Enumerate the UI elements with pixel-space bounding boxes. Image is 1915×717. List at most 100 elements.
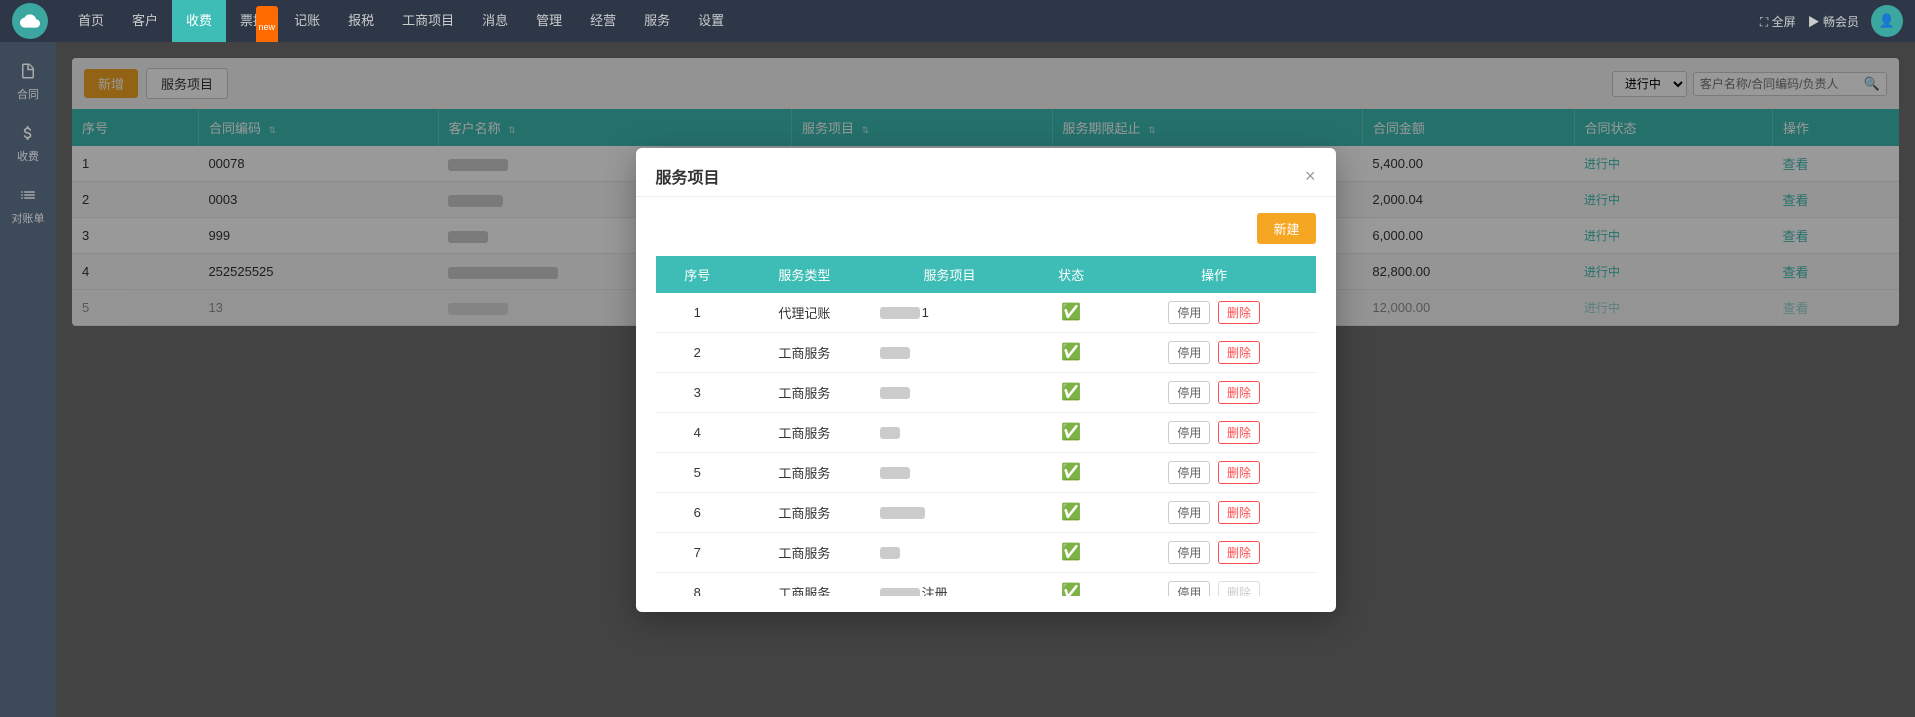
- fee-icon: [17, 122, 39, 144]
- sidebar-contract-label: 合同: [17, 86, 39, 102]
- modal-header: 服务项目 ×: [636, 148, 1336, 197]
- stop-service-button[interactable]: 停用: [1168, 581, 1210, 596]
- fullscreen-btn[interactable]: ⛶ 全屏: [1760, 13, 1796, 30]
- modal-cell-action: 停用 删除: [1113, 412, 1316, 452]
- sidebar-reconcile-label: 对账单: [12, 210, 45, 226]
- status-active-icon: ✅: [1061, 304, 1081, 321]
- modal-col-seq: 序号: [656, 256, 739, 293]
- delete-service-button[interactable]: 删除: [1218, 461, 1260, 484]
- modal-cell-item: [870, 492, 1030, 532]
- list-item: 2 工商服务 ✅ 停用 删除: [656, 332, 1316, 372]
- nav-item-客户[interactable]: 客户: [118, 0, 172, 42]
- sidebar-item-reconcile[interactable]: 对账单: [0, 176, 56, 234]
- modal-service-table: 序号 服务类型 服务项目 状态 操作 1 代理记账 1 ✅: [656, 256, 1316, 596]
- nav-item-记账[interactable]: 记账: [280, 0, 334, 42]
- modal-tbody: 1 代理记账 1 ✅ 停用 删除 2 工商服务 ✅ 停用 删除 3 工商服务 ✅…: [656, 293, 1316, 596]
- delete-service-button[interactable]: 删除: [1218, 541, 1260, 564]
- nav-item-票据[interactable]: 票据new: [226, 0, 280, 42]
- modal-cell-action: 停用 删除: [1113, 452, 1316, 492]
- modal-cell-seq: 5: [656, 452, 739, 492]
- modal-overlay[interactable]: 服务项目 × 新建 序号 服务类型 服务项目: [56, 42, 1915, 717]
- user-avatar[interactable]: 👤: [1871, 5, 1903, 37]
- modal-table-header: 序号 服务类型 服务项目 状态 操作: [656, 256, 1316, 293]
- list-item: 5 工商服务 ✅ 停用 删除: [656, 452, 1316, 492]
- modal-title: 服务项目: [656, 164, 720, 188]
- modal-cell-type: 工商服务: [739, 372, 870, 412]
- sidebar-item-contract[interactable]: 合同: [0, 52, 56, 110]
- status-active-icon: ✅: [1061, 464, 1081, 481]
- modal-col-type: 服务类型: [739, 256, 870, 293]
- modal-cell-seq: 4: [656, 412, 739, 452]
- list-item: 8 工商服务 注册 ✅ 停用 删除: [656, 572, 1316, 596]
- sidebar-item-fee[interactable]: 收费: [0, 114, 56, 172]
- nav-items: 首页客户收费票据new记账报税工商项目消息管理经营服务设置: [64, 0, 738, 42]
- modal-cell-status: ✅: [1029, 532, 1112, 572]
- nav-item-收费[interactable]: 收费: [172, 0, 226, 42]
- layout: 合同 收费 对账单 新增 服务项目: [0, 42, 1915, 717]
- delete-service-button[interactable]: 删除: [1218, 501, 1260, 524]
- delete-service-button[interactable]: 删除: [1218, 301, 1260, 324]
- contract-icon: [17, 60, 39, 82]
- modal-cell-action: 停用 删除: [1113, 332, 1316, 372]
- stop-service-button[interactable]: 停用: [1168, 381, 1210, 404]
- status-active-icon: ✅: [1061, 424, 1081, 441]
- delete-service-button[interactable]: 删除: [1218, 421, 1260, 444]
- modal-scroll-area[interactable]: 序号 服务类型 服务项目 状态 操作 1 代理记账 1 ✅: [656, 256, 1316, 596]
- list-item: 4 工商服务 ✅ 停用 删除: [656, 412, 1316, 452]
- sidebar-fee-label: 收费: [17, 148, 39, 164]
- delete-service-button[interactable]: 删除: [1218, 341, 1260, 364]
- modal-cell-item: 1: [870, 293, 1030, 333]
- stop-service-button[interactable]: 停用: [1168, 421, 1210, 444]
- nav-item-工商项目[interactable]: 工商项目: [388, 0, 468, 42]
- modal-cell-type: 工商服务: [739, 532, 870, 572]
- stop-service-button[interactable]: 停用: [1168, 461, 1210, 484]
- nav-item-消息[interactable]: 消息: [468, 0, 522, 42]
- stop-service-button[interactable]: 停用: [1168, 501, 1210, 524]
- stop-service-button[interactable]: 停用: [1168, 341, 1210, 364]
- nav-item-经营[interactable]: 经营: [576, 0, 630, 42]
- delete-service-button[interactable]: 删除: [1218, 381, 1260, 404]
- modal-cell-status: ✅: [1029, 332, 1112, 372]
- modal-cell-action: 停用 删除: [1113, 532, 1316, 572]
- modal-cell-item: [870, 372, 1030, 412]
- list-item: 1 代理记账 1 ✅ 停用 删除: [656, 293, 1316, 333]
- new-service-button[interactable]: 新建: [1257, 213, 1315, 244]
- modal-cell-status: ✅: [1029, 452, 1112, 492]
- status-active-icon: ✅: [1061, 344, 1081, 361]
- modal-cell-action: 停用 删除: [1113, 572, 1316, 596]
- modal-toolbar: 新建: [656, 213, 1316, 244]
- modal-cell-seq: 7: [656, 532, 739, 572]
- nav-item-服务[interactable]: 服务: [630, 0, 684, 42]
- modal-cell-seq: 2: [656, 332, 739, 372]
- modal-cell-status: ✅: [1029, 572, 1112, 596]
- status-active-icon: ✅: [1061, 584, 1081, 596]
- nav-item-管理[interactable]: 管理: [522, 0, 576, 42]
- modal-cell-type: 工商服务: [739, 452, 870, 492]
- list-item: 3 工商服务 ✅ 停用 删除: [656, 372, 1316, 412]
- modal-body: 新建 序号 服务类型 服务项目 状态 操作: [636, 197, 1336, 612]
- status-active-icon: ✅: [1061, 544, 1081, 561]
- modal-close-button[interactable]: ×: [1305, 167, 1316, 185]
- modal-cell-type: 工商服务: [739, 412, 870, 452]
- modal-cell-action: 停用 删除: [1113, 293, 1316, 333]
- modal-col-action: 操作: [1113, 256, 1316, 293]
- nav-item-报税[interactable]: 报税: [334, 0, 388, 42]
- modal-cell-item: 注册: [870, 572, 1030, 596]
- nav-item-首页[interactable]: 首页: [64, 0, 118, 42]
- modal-cell-status: ✅: [1029, 372, 1112, 412]
- member-btn[interactable]: ▶ 畅会员: [1808, 13, 1859, 30]
- reconcile-icon: [17, 184, 39, 206]
- list-item: 7 工商服务 ✅ 停用 删除: [656, 532, 1316, 572]
- stop-service-button[interactable]: 停用: [1168, 541, 1210, 564]
- modal-cell-type: 工商服务: [739, 332, 870, 372]
- right-actions: ⛶ 全屏 ▶ 畅会员 👤: [1760, 5, 1903, 37]
- modal-cell-item: [870, 412, 1030, 452]
- modal-cell-item: [870, 532, 1030, 572]
- stop-service-button[interactable]: 停用: [1168, 301, 1210, 324]
- nav-item-设置[interactable]: 设置: [684, 0, 738, 42]
- modal-cell-action: 停用 删除: [1113, 492, 1316, 532]
- modal-cell-item: [870, 452, 1030, 492]
- service-items-modal: 服务项目 × 新建 序号 服务类型 服务项目: [636, 148, 1336, 612]
- status-active-icon: ✅: [1061, 504, 1081, 521]
- delete-service-button-disabled: 删除: [1218, 581, 1260, 596]
